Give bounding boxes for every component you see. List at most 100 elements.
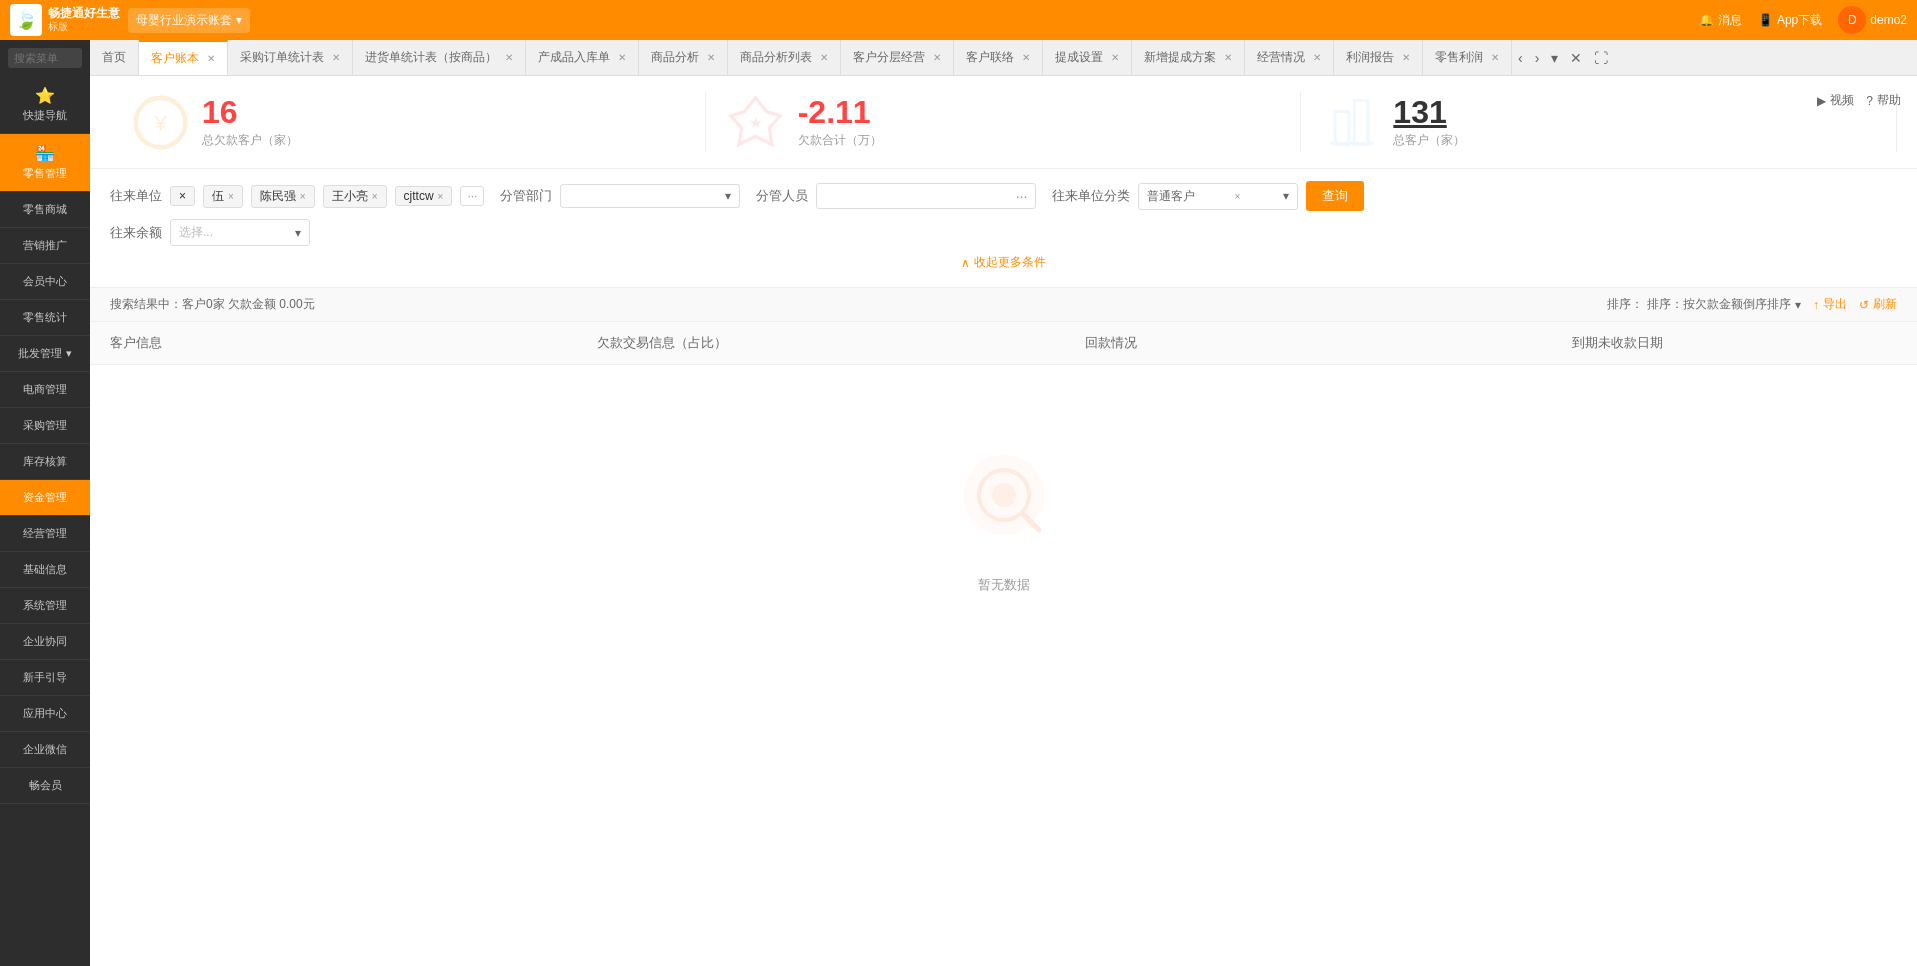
tab-business-status[interactable]: 经营情况 ✕ [1245, 40, 1334, 76]
stat-block-debtors: ¥ 16 总欠款客户（家） [110, 92, 706, 152]
tab-customer-mgmt[interactable]: 客户分层经营 ✕ [841, 40, 954, 76]
tab-close-icon[interactable]: ✕ [618, 52, 626, 63]
tab-close-icon[interactable]: ✕ [505, 52, 513, 63]
chevron-up-icon: ∧ [961, 256, 970, 270]
tab-close-icon[interactable]: ✕ [1491, 52, 1499, 63]
tab-maximize[interactable]: ⛶ [1588, 50, 1614, 66]
sidebar-item-inventory[interactable]: 库存核算 [0, 444, 90, 480]
export-button[interactable]: ↑ 导出 [1813, 296, 1847, 313]
tab-label: 进货单统计表（按商品） [365, 49, 497, 66]
tab-new-promote[interactable]: 新增提成方案 ✕ [1132, 40, 1245, 76]
app-download-button[interactable]: 📱 App下载 [1758, 12, 1822, 29]
chevron-down-icon: ▾ [725, 189, 731, 203]
tab-production[interactable]: 产成品入库单 ✕ [526, 40, 639, 76]
tab-close-icon[interactable]: ✕ [1313, 52, 1321, 63]
tab-stock-stat[interactable]: 进货单统计表（按商品） ✕ [353, 40, 526, 76]
sidebar-item-marketing[interactable]: 营销推广 [0, 228, 90, 264]
empty-state: 暂无数据 [90, 365, 1917, 674]
tab-nav-right[interactable]: › [1529, 50, 1546, 66]
sidebar-item-system[interactable]: 系统管理 [0, 588, 90, 624]
tabs-bar: 首页 客户账本 ✕ 采购订单统计表 ✕ 进货单统计表（按商品） ✕ 产成品入库单… [90, 40, 1917, 76]
filter-select-person[interactable]: ··· [816, 183, 1036, 209]
sidebar-item-label: 快捷导航 [23, 108, 67, 123]
filter-select-dept[interactable]: ▾ [560, 184, 740, 208]
tab-account[interactable]: 客户账本 ✕ [139, 40, 228, 76]
sidebar-item-label: 系统管理 [23, 598, 67, 613]
sidebar-item-label: 资金管理 [23, 490, 67, 505]
sidebar-item-retail-mall[interactable]: 零售商城 [0, 192, 90, 228]
export-icon: ↑ [1813, 298, 1819, 312]
filter-tag-close-wu[interactable]: × [228, 191, 234, 202]
sidebar-item-label: 畅会员 [29, 778, 62, 793]
tab-close-icon[interactable]: ✕ [1402, 52, 1410, 63]
tab-purchase-order[interactable]: 采购订单统计表 ✕ [228, 40, 353, 76]
message-button[interactable]: 🔔 消息 [1699, 12, 1742, 29]
sidebar-item-batch[interactable]: 批发管理 ▾ [0, 336, 90, 372]
sidebar-item-retail-stat[interactable]: 零售统计 [0, 300, 90, 336]
sidebar-item-label: 采购管理 [23, 418, 67, 433]
tab-close-all[interactable]: ✕ [1564, 50, 1588, 66]
logo-area: 🍃 畅捷通好生意 标版 [10, 4, 120, 36]
svg-rect-5 [1354, 100, 1368, 144]
filter-more-button[interactable]: ··· [460, 186, 484, 206]
tab-label: 提成设置 [1055, 49, 1103, 66]
empty-icon [954, 445, 1054, 564]
tab-close-icon[interactable]: ✕ [707, 52, 715, 63]
tab-close-icon[interactable]: ✕ [1022, 52, 1030, 63]
sidebar-item-appcenter[interactable]: 应用中心 [0, 696, 90, 732]
tab-analysis-list[interactable]: 商品分析列表 ✕ [728, 40, 841, 76]
star-icon: ⭐ [35, 86, 55, 105]
tab-customer-contact[interactable]: 客户联络 ✕ [954, 40, 1043, 76]
sidebar-item-member[interactable]: 会员中心 [0, 264, 90, 300]
col-customer-info: 客户信息 [110, 334, 597, 352]
filter-tag-close-wang[interactable]: × [372, 191, 378, 202]
stat-number-total-customers: 131 [1393, 96, 1465, 128]
stat-block-total-customers: 131 总客户（家） [1301, 92, 1897, 152]
tab-close-icon[interactable]: ✕ [933, 52, 941, 63]
tab-promote-settings[interactable]: 提成设置 ✕ [1043, 40, 1132, 76]
sidebar-item-quicknav[interactable]: ⭐ 快捷导航 [0, 76, 90, 134]
tab-close-icon[interactable]: ✕ [820, 52, 828, 63]
filter-select-category[interactable]: 普通客户 × ▾ [1138, 183, 1298, 210]
tab-label: 客户账本 [151, 50, 199, 67]
sort-select[interactable]: 排序： 排序：按欠款金额倒序排序 ▾ [1607, 296, 1801, 313]
sidebar-item-finance[interactable]: 资金管理 [0, 480, 90, 516]
sidebar-item-wxwork[interactable]: 企业微信 [0, 732, 90, 768]
sidebar-item-retail[interactable]: 🏪 零售管理 [0, 134, 90, 192]
tab-nav-menu[interactable]: ▾ [1545, 50, 1564, 66]
filter-select-balance[interactable]: 选择... ▾ [170, 219, 310, 246]
sidebar-item-ecommerce[interactable]: 电商管理 [0, 372, 90, 408]
tab-close-icon[interactable]: ✕ [207, 53, 215, 64]
help-button[interactable]: ? 帮助 [1866, 92, 1901, 109]
sidebar-item-purchase[interactable]: 采购管理 [0, 408, 90, 444]
col-debt-info: 欠款交易信息（占比） [597, 334, 1084, 352]
sidebar-item-operation[interactable]: 经营管理 [0, 516, 90, 552]
sidebar-item-basic[interactable]: 基础信息 [0, 552, 90, 588]
user-menu[interactable]: D demo2 [1838, 6, 1907, 34]
tab-nav-left[interactable]: ‹ [1512, 50, 1529, 66]
sidebar-item-newguide[interactable]: 新手引导 [0, 660, 90, 696]
tab-profit-report[interactable]: 利润报告 ✕ [1334, 40, 1423, 76]
tab-analysis[interactable]: 商品分析 ✕ [639, 40, 728, 76]
video-button[interactable]: ▶ 视频 [1817, 92, 1854, 109]
filter-tag-close-cjttcw[interactable]: × [438, 191, 444, 202]
filter-category-tag-close[interactable]: × [1234, 191, 1240, 202]
collapse-button[interactable]: ∧ 收起更多条件 [110, 254, 1897, 271]
logo-text-block: 畅捷通好生意 标版 [48, 6, 120, 34]
filter-tag-unit-chen: 陈民强 × [251, 185, 315, 208]
sidebar-item-vip[interactable]: 畅会员 [0, 768, 90, 804]
tab-close-icon[interactable]: ✕ [332, 52, 340, 63]
sort-value: 排序：按欠款金额倒序排序 [1647, 296, 1791, 313]
tab-home[interactable]: 首页 [90, 40, 139, 76]
tab-retail-profit[interactable]: 零售利润 ✕ [1423, 40, 1512, 76]
sidebar-item-corp[interactable]: 企业协同 [0, 624, 90, 660]
video-label: 视频 [1830, 92, 1854, 109]
account-selector[interactable]: 母婴行业演示账套 ▾ [128, 8, 250, 33]
search-button[interactable]: 查询 [1306, 181, 1364, 211]
export-label: 导出 [1823, 296, 1847, 313]
tab-close-icon[interactable]: ✕ [1224, 52, 1232, 63]
filter-tag-close-chen[interactable]: × [300, 191, 306, 202]
search-input[interactable] [8, 48, 82, 68]
tab-close-icon[interactable]: ✕ [1111, 52, 1119, 63]
refresh-button[interactable]: ↺ 刷新 [1859, 296, 1897, 313]
